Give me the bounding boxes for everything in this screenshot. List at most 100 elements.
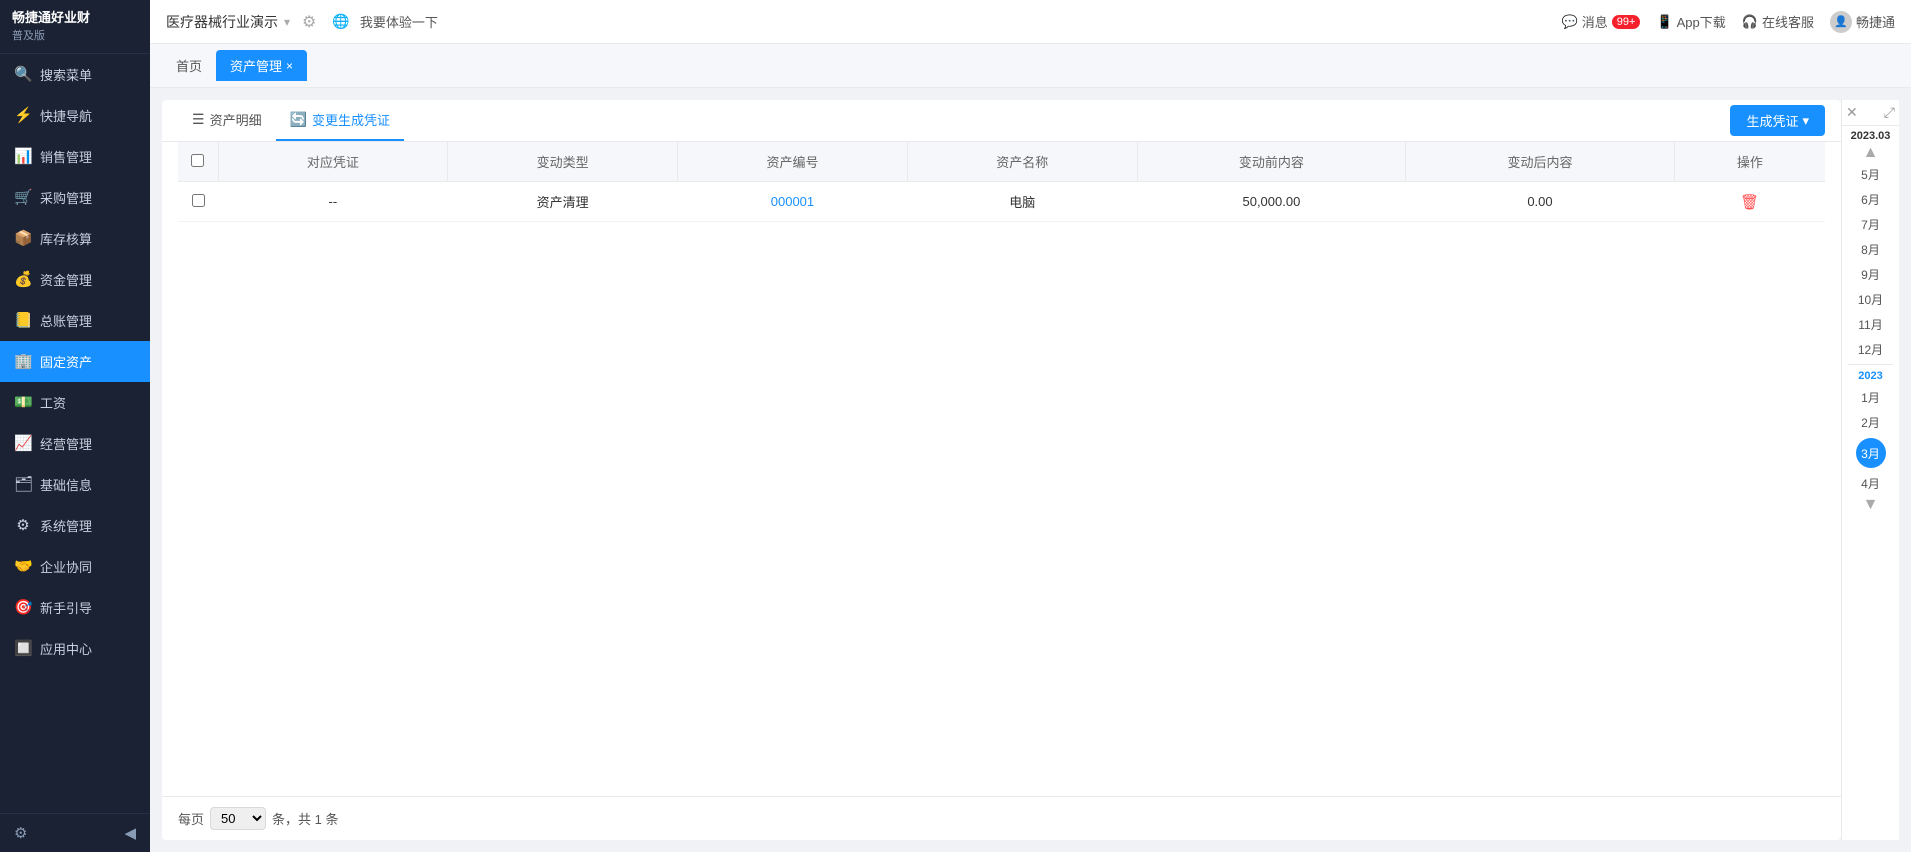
message-icon: 💬 — [1562, 14, 1578, 30]
sidebar-label-0: 搜索菜单 — [40, 65, 92, 84]
topbar-actions: 💬 消息 99+ 📱 App下载 🎧 在线客服 👤 畅捷通 — [1562, 11, 1895, 33]
sidebar-icon-8: 💵 — [14, 393, 32, 411]
sidebar-item-13[interactable]: 🎯新手引导 — [0, 587, 150, 628]
dropdown-arrow-icon: ▾ — [1802, 113, 1809, 129]
cell-before-0: 50,000.00 — [1137, 182, 1406, 222]
logo-main: 畅捷通好业财 — [12, 10, 90, 27]
col-action: 操作 — [1674, 142, 1825, 182]
table-body: -- 资产清理 000001 电脑 50,000.00 0.00 🗑 — [178, 182, 1825, 222]
sidebar-item-3[interactable]: 🛒 采购管理 — [0, 177, 150, 218]
col-after: 变动后内容 — [1406, 142, 1675, 182]
collapse-icon[interactable]: ◀ — [124, 824, 136, 842]
tab-close-icon[interactable]: × — [286, 59, 293, 73]
sidebar-icon-3: 🛒 — [14, 188, 32, 206]
per-page-select[interactable]: 50 10 20 100 — [210, 807, 266, 830]
sidebar-scroll: 🔍 搜索菜单 ⚡快捷导航📊销售管理 🛒 采购管理 📦库存核算💰资金管理📒总账管理 🏢 固定资产… — [0, 54, 150, 813]
experience-btn[interactable]: 我要体验一下 — [360, 12, 438, 31]
sidebar-item-1[interactable]: ⚡快捷导航 — [0, 95, 150, 136]
cal-down-arrow[interactable]: ▼ — [1863, 496, 1879, 514]
cal-month-2023[interactable]: 1月 — [1856, 385, 1886, 410]
pagination-bar: 每页 50 10 20 100 条，共 1 条 — [162, 796, 1841, 840]
sidebar-item-8[interactable]: 💵 工资 — [0, 382, 150, 423]
sidebar-item-10[interactable]: 🗂基础信息 — [0, 464, 150, 505]
cal-month[interactable]: 9月 — [1858, 262, 1883, 287]
cell-action-0: 🗑 — [1674, 182, 1825, 222]
sidebar-item-2[interactable]: 📊销售管理 — [0, 136, 150, 177]
close-panel-icon[interactable]: ✕ — [1846, 104, 1858, 121]
sidebar-item-7[interactable]: 🏢 固定资产 — [0, 341, 150, 382]
data-table: 对应凭证 变动类型 资产编号 资产名称 变动前内容 变动后内容 操作 -- 资产… — [178, 142, 1825, 222]
subtab-asset-detail[interactable]: ☰ 资产明细 — [178, 100, 276, 141]
sidebar-label-7: 固定资产 — [40, 352, 92, 371]
per-page-label: 每页 — [178, 809, 204, 828]
sidebar-label-6: 总账管理 — [40, 311, 92, 330]
list-icon: ☰ — [192, 111, 205, 128]
col-change-type: 变动类型 — [448, 142, 678, 182]
cell-change-type-0: 资产清理 — [448, 182, 678, 222]
tab-home[interactable]: 首页 — [166, 50, 212, 81]
sidebar-item-12[interactable]: 🤝企业协同 — [0, 546, 150, 587]
logo-sub: 普及版 — [12, 27, 90, 43]
sidebar-icon-9: 📈 — [14, 434, 32, 452]
cal-divider — [1848, 364, 1894, 365]
cal-month[interactable]: 7月 — [1858, 212, 1883, 237]
headset-icon: 🎧 — [1742, 14, 1758, 30]
chevron-down-icon[interactable]: ▾ — [284, 15, 290, 29]
sidebar-label-11: 系统管理 — [40, 516, 92, 535]
sidebar-label-3: 采购管理 — [40, 188, 92, 207]
online-service-btn[interactable]: 🎧 在线客服 — [1742, 12, 1814, 31]
table-row: -- 资产清理 000001 电脑 50,000.00 0.00 🗑 — [178, 182, 1825, 222]
settings-icon[interactable]: ⚙ — [302, 12, 316, 32]
cal-month[interactable]: 11月 — [1858, 312, 1883, 337]
sidebar-item-5[interactable]: 💰资金管理 — [0, 259, 150, 300]
cal-up-arrow[interactable]: ▲ — [1863, 144, 1879, 162]
cal-month[interactable]: 10月 — [1858, 287, 1883, 312]
sidebar-label-14: 应用中心 — [40, 639, 92, 658]
sidebar-icon-0: 🔍 — [14, 65, 32, 83]
expand-panel-icon[interactable]: ⤢ — [1884, 104, 1895, 121]
main-area: 医疗器械行业演示 ▾ ⚙ 🌐 我要体验一下 💬 消息 99+ 📱 App下载 🎧… — [150, 0, 1911, 852]
tab-asset-manage[interactable]: 资产管理 × — [216, 50, 307, 81]
cal-months-before: 5月6月7月8月9月10月11月12月 — [1858, 162, 1883, 362]
cell-asset-no-0: 000001 — [678, 182, 908, 222]
phone-icon: 📱 — [1656, 14, 1672, 30]
app-download-btn[interactable]: 📱 App下载 — [1656, 12, 1725, 31]
generate-voucher-button[interactable]: 生成凭证 ▾ — [1730, 105, 1825, 136]
cal-month-2023[interactable]: 3月 — [1856, 438, 1886, 468]
row-checkbox-0[interactable] — [192, 194, 205, 207]
delete-icon-0[interactable]: 🗑 — [1740, 194, 1759, 211]
sidebar-icon-13: 🎯 — [14, 598, 32, 616]
calendar-panel: ✕ ⤢ 2023.03 ▲ 5月6月7月8月9月10月11月12月 2023 1… — [1841, 100, 1899, 840]
sidebar-icon-4: 📦 — [14, 229, 32, 247]
select-all-checkbox[interactable] — [191, 154, 204, 167]
sidebar-label-5: 资金管理 — [40, 270, 92, 289]
cal-month[interactable]: 8月 — [1858, 237, 1883, 262]
sidebar-item-0[interactable]: 🔍 搜索菜单 — [0, 54, 150, 95]
subtab-bar: ☰ 资产明细 🔄 变更生成凭证 生成凭证 ▾ — [162, 100, 1841, 142]
topbar: 医疗器械行业演示 ▾ ⚙ 🌐 我要体验一下 💬 消息 99+ 📱 App下载 🎧… — [150, 0, 1911, 44]
tabbar: 首页 资产管理 × — [150, 44, 1911, 88]
sidebar-item-9[interactable]: 📈经营管理 — [0, 423, 150, 464]
cal-month-2023[interactable]: 2月 — [1856, 410, 1886, 435]
cell-asset-name-0: 电脑 — [907, 182, 1137, 222]
sidebar-item-14[interactable]: 🔲应用中心 — [0, 628, 150, 669]
cal-month[interactable]: 12月 — [1858, 337, 1883, 362]
sidebar-logo: 畅捷通好业财 普及版 — [0, 0, 150, 54]
sidebar-item-11[interactable]: ⚙系统管理 — [0, 505, 150, 546]
col-asset-no: 资产编号 — [678, 142, 908, 182]
card: ☰ 资产明细 🔄 变更生成凭证 生成凭证 ▾ — [162, 100, 1841, 840]
cal-month[interactable]: 6月 — [1858, 187, 1883, 212]
user-btn[interactable]: 👤 畅捷通 — [1830, 11, 1895, 33]
sidebar-icon-12: 🤝 — [14, 557, 32, 575]
sidebar-icon-7: 🏢 — [14, 352, 32, 370]
sidebar-bottom: ⚙ ◀ — [0, 813, 150, 852]
sidebar-label-8: 工资 — [40, 393, 66, 412]
messages-btn[interactable]: 💬 消息 99+ — [1562, 12, 1641, 31]
settings-icon[interactable]: ⚙ — [14, 824, 27, 842]
subtab-change-voucher[interactable]: 🔄 变更生成凭证 — [276, 100, 404, 141]
sidebar-item-4[interactable]: 📦库存核算 — [0, 218, 150, 259]
cal-months-2023: 1月2月 3月 4月 — [1856, 385, 1886, 496]
cal-month-2023[interactable]: 4月 — [1856, 471, 1886, 496]
cal-month[interactable]: 5月 — [1858, 162, 1883, 187]
sidebar-item-6[interactable]: 📒总账管理 — [0, 300, 150, 341]
